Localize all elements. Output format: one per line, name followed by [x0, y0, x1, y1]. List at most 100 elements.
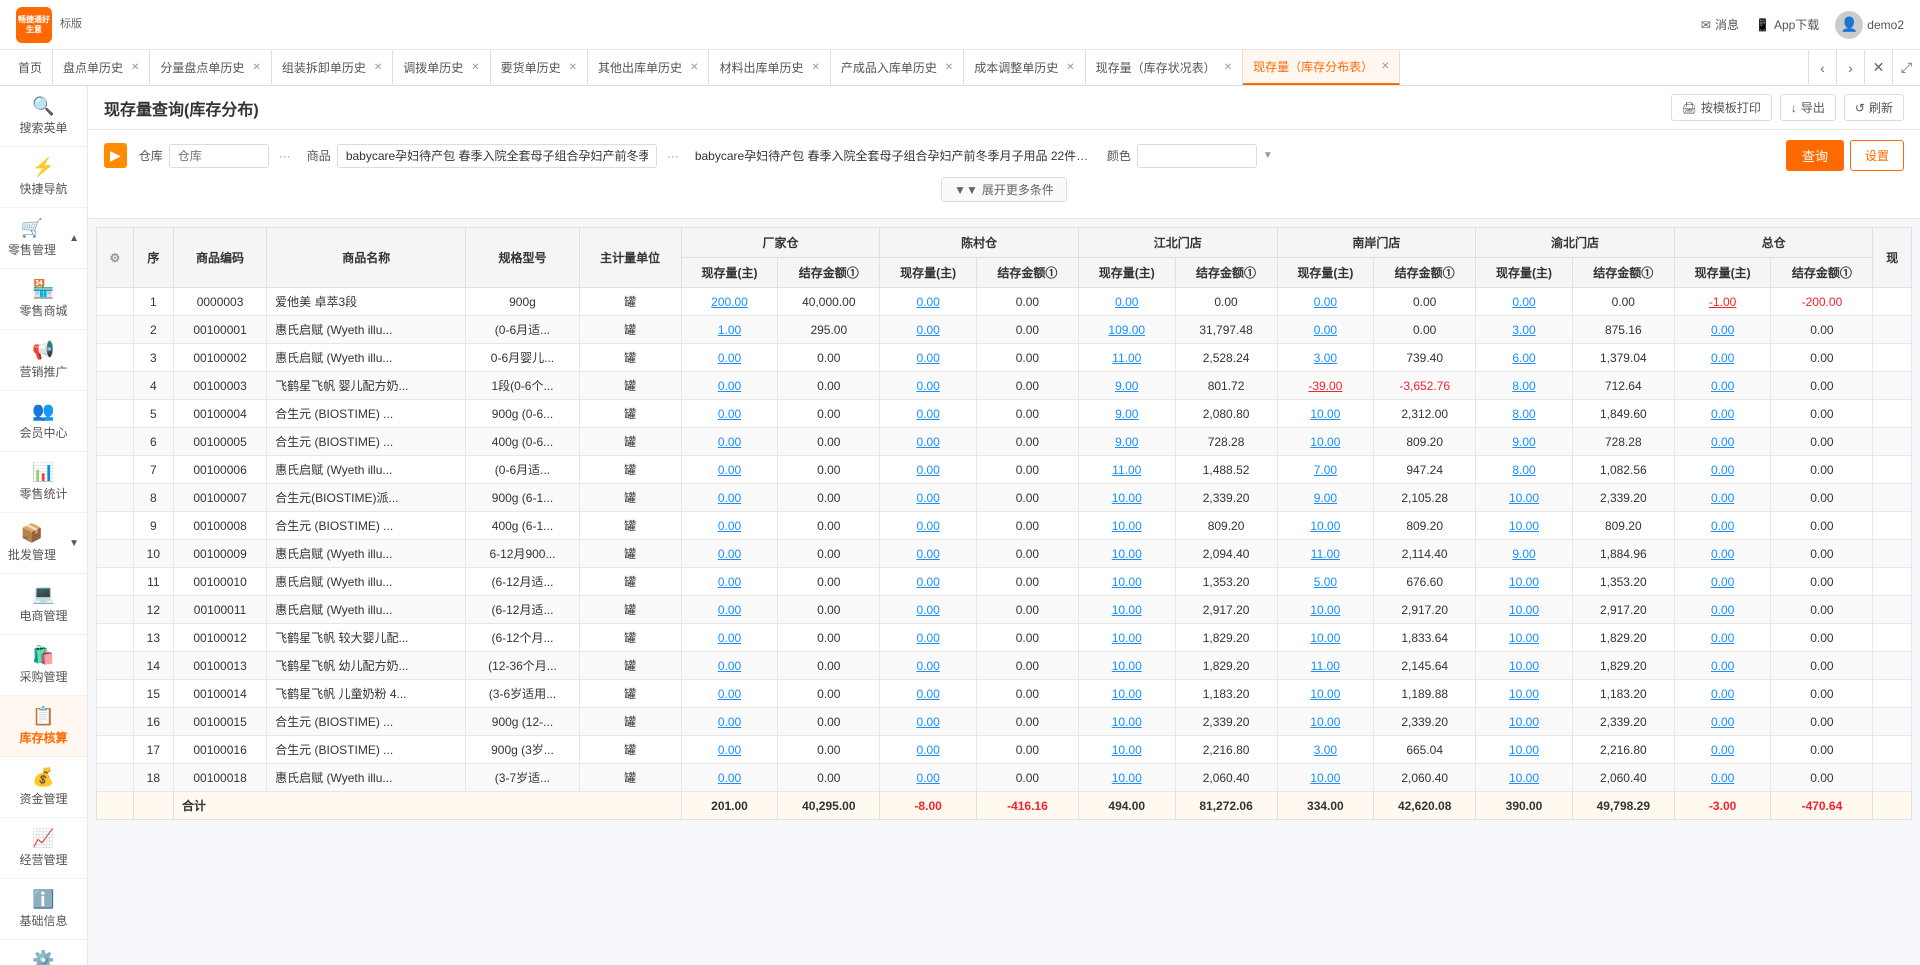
- cell-chencun-cun[interactable]: 0.00: [880, 708, 977, 736]
- cell-jiangbei-cun[interactable]: 10.00: [1078, 652, 1175, 680]
- cell-nanan-cun[interactable]: 10.00: [1277, 680, 1374, 708]
- cell-jiangbei-cun[interactable]: 10.00: [1078, 624, 1175, 652]
- tab-scroll-left[interactable]: ‹: [1808, 50, 1836, 86]
- tab-close-yaohuo[interactable]: ✕: [569, 62, 577, 73]
- cell-zongcang-cun[interactable]: 0.00: [1674, 344, 1771, 372]
- cell-jiangbei-cun[interactable]: 10.00: [1078, 568, 1175, 596]
- tab-close-pandian[interactable]: ✕: [131, 62, 139, 73]
- cell-chencun-cun[interactable]: 0.00: [880, 568, 977, 596]
- tab-diaoBo[interactable]: 调拨单历史 ✕: [393, 50, 490, 85]
- cell-changjiacao-cun[interactable]: 0.00: [681, 708, 778, 736]
- cell-changjiacao-cun[interactable]: 0.00: [681, 540, 778, 568]
- tab-close-zuzhuang[interactable]: ✕: [374, 62, 382, 73]
- cell-jiangbei-cun[interactable]: 10.00: [1078, 596, 1175, 624]
- sidebar-item-system[interactable]: ⚙️ 系统管理: [0, 940, 87, 965]
- cell-changjiacao-cun[interactable]: 0.00: [681, 680, 778, 708]
- cell-chencun-cun[interactable]: 0.00: [880, 456, 977, 484]
- cell-zongcang-cun[interactable]: 0.00: [1674, 400, 1771, 428]
- cell-zongcang-cun[interactable]: 0.00: [1674, 456, 1771, 484]
- cell-yubei-cun[interactable]: 9.00: [1476, 540, 1573, 568]
- cell-zongcang-cun[interactable]: 0.00: [1674, 764, 1771, 792]
- cell-changjiacao-cun[interactable]: 200.00: [681, 288, 778, 316]
- tab-close-kucun-dist[interactable]: ✕: [1381, 61, 1389, 72]
- sidebar-item-ecommerce[interactable]: 💻 电商管理: [0, 574, 87, 635]
- cell-yubei-cun[interactable]: 8.00: [1476, 372, 1573, 400]
- cell-yubei-cun[interactable]: 0.00: [1476, 288, 1573, 316]
- app-download-btn[interactable]: 📱 App下载: [1755, 16, 1819, 33]
- cell-jiangbei-cun[interactable]: 0.00: [1078, 288, 1175, 316]
- cell-changjiacao-cun[interactable]: 0.00: [681, 624, 778, 652]
- table-area[interactable]: ⚙ 序 商品编码 商品名称 规格型号 主计量单位 厂家仓 陈村仓 江北门店 南岸…: [88, 219, 1920, 965]
- cell-changjiacao-cun[interactable]: 0.00: [681, 736, 778, 764]
- cell-yubei-cun[interactable]: 10.00: [1476, 764, 1573, 792]
- refresh-btn[interactable]: ↺ 刷新: [1844, 94, 1904, 121]
- cell-yubei-cun[interactable]: 10.00: [1476, 512, 1573, 540]
- cell-chencun-cun[interactable]: 0.00: [880, 484, 977, 512]
- tab-chanchenpin[interactable]: 产成品入库单历史 ✕: [831, 50, 964, 85]
- sidebar-item-retail-mgmt[interactable]: 🛒 零售管理 ▲: [0, 208, 87, 269]
- cell-yubei-cun[interactable]: 3.00: [1476, 316, 1573, 344]
- cell-chencun-cun[interactable]: 0.00: [880, 736, 977, 764]
- tab-home[interactable]: 首页: [8, 50, 53, 85]
- settings-gear-icon[interactable]: ⚙: [110, 251, 121, 265]
- cell-changjiacao-cun[interactable]: 0.00: [681, 400, 778, 428]
- cell-nanan-cun[interactable]: 3.00: [1277, 344, 1374, 372]
- tab-close-chengbentiaojheng[interactable]: ✕: [1066, 62, 1074, 73]
- cell-nanan-cun[interactable]: 10.00: [1277, 624, 1374, 652]
- cell-nanan-cun[interactable]: 0.00: [1277, 288, 1374, 316]
- tab-qitachuku[interactable]: 其他出库单历史 ✕: [588, 50, 709, 85]
- tab-pandian[interactable]: 盘点单历史 ✕: [53, 50, 150, 85]
- cell-chencun-cun[interactable]: 0.00: [880, 764, 977, 792]
- cell-changjiacao-cun[interactable]: 0.00: [681, 568, 778, 596]
- tab-yaohuo[interactable]: 要货单历史 ✕: [491, 50, 588, 85]
- cell-chencun-cun[interactable]: 0.00: [880, 512, 977, 540]
- sidebar-item-search[interactable]: 🔍 搜索英单: [0, 86, 87, 147]
- cell-chencun-cun[interactable]: 0.00: [880, 344, 977, 372]
- sidebar-item-business[interactable]: 📈 经营管理: [0, 818, 87, 879]
- tab-scroll-right[interactable]: ›: [1836, 50, 1864, 86]
- cell-changjiacao-cun[interactable]: 0.00: [681, 428, 778, 456]
- sidebar-item-retail-mall[interactable]: 🏪 零售商城: [0, 269, 87, 330]
- sidebar-item-member[interactable]: 👥 会员中心: [0, 391, 87, 452]
- cell-jiangbei-cun[interactable]: 9.00: [1078, 428, 1175, 456]
- cell-chencun-cun[interactable]: 0.00: [880, 540, 977, 568]
- tab-chengbentiaojheng[interactable]: 成本调整单历史 ✕: [964, 50, 1085, 85]
- cell-jiangbei-cun[interactable]: 10.00: [1078, 540, 1175, 568]
- cell-nanan-cun[interactable]: 10.00: [1277, 512, 1374, 540]
- cell-zongcang-cun[interactable]: 0.00: [1674, 316, 1771, 344]
- cell-zongcang-cun[interactable]: 0.00: [1674, 624, 1771, 652]
- cell-zongcang-cun[interactable]: 0.00: [1674, 708, 1771, 736]
- query-btn[interactable]: 查询: [1786, 140, 1844, 171]
- cell-nanan-cun[interactable]: 11.00: [1277, 540, 1374, 568]
- sidebar-item-finance[interactable]: 💰 资金管理: [0, 757, 87, 818]
- cell-changjiacao-cun[interactable]: 0.00: [681, 512, 778, 540]
- tab-close-fenpandian[interactable]: ✕: [252, 62, 260, 73]
- cell-chencun-cun[interactable]: 0.00: [880, 400, 977, 428]
- cell-nanan-cun[interactable]: 9.00: [1277, 484, 1374, 512]
- sidebar-item-purchase[interactable]: 🛍️ 采购管理: [0, 635, 87, 696]
- cell-jiangbei-cun[interactable]: 10.00: [1078, 764, 1175, 792]
- cell-chencun-cun[interactable]: 0.00: [880, 316, 977, 344]
- cell-changjiacao-cun[interactable]: 0.00: [681, 596, 778, 624]
- cell-nanan-cun[interactable]: 0.00: [1277, 316, 1374, 344]
- cell-zongcang-cun[interactable]: 0.00: [1674, 596, 1771, 624]
- cell-yubei-cun[interactable]: 10.00: [1476, 736, 1573, 764]
- cell-jiangbei-cun[interactable]: 11.00: [1078, 344, 1175, 372]
- collapse-btn[interactable]: ▶: [104, 143, 127, 168]
- tab-close-all[interactable]: ✕: [1864, 50, 1892, 86]
- cell-nanan-cun[interactable]: 10.00: [1277, 708, 1374, 736]
- cell-nanan-cun[interactable]: 11.00: [1277, 652, 1374, 680]
- cell-zongcang-cun[interactable]: 0.00: [1674, 736, 1771, 764]
- cell-nanan-cun[interactable]: 3.00: [1277, 736, 1374, 764]
- tab-close-kucun-status[interactable]: ✕: [1224, 62, 1232, 73]
- user-menu[interactable]: 👤 demo2: [1835, 11, 1904, 39]
- tab-fullscreen[interactable]: ⤢: [1892, 50, 1920, 86]
- cell-jiangbei-cun[interactable]: 10.00: [1078, 512, 1175, 540]
- cell-chencun-cun[interactable]: 0.00: [880, 288, 977, 316]
- cell-nanan-cun[interactable]: 5.00: [1277, 568, 1374, 596]
- sidebar-item-wholesale[interactable]: 📦 批发管理 ▼: [0, 513, 87, 574]
- cell-nanan-cun[interactable]: 10.00: [1277, 764, 1374, 792]
- sidebar-item-retail-stats[interactable]: 📊 零售统计: [0, 452, 87, 513]
- cell-zongcang-cun[interactable]: 0.00: [1674, 428, 1771, 456]
- sidebar-item-quicknav[interactable]: ⚡ 快捷导航: [0, 147, 87, 208]
